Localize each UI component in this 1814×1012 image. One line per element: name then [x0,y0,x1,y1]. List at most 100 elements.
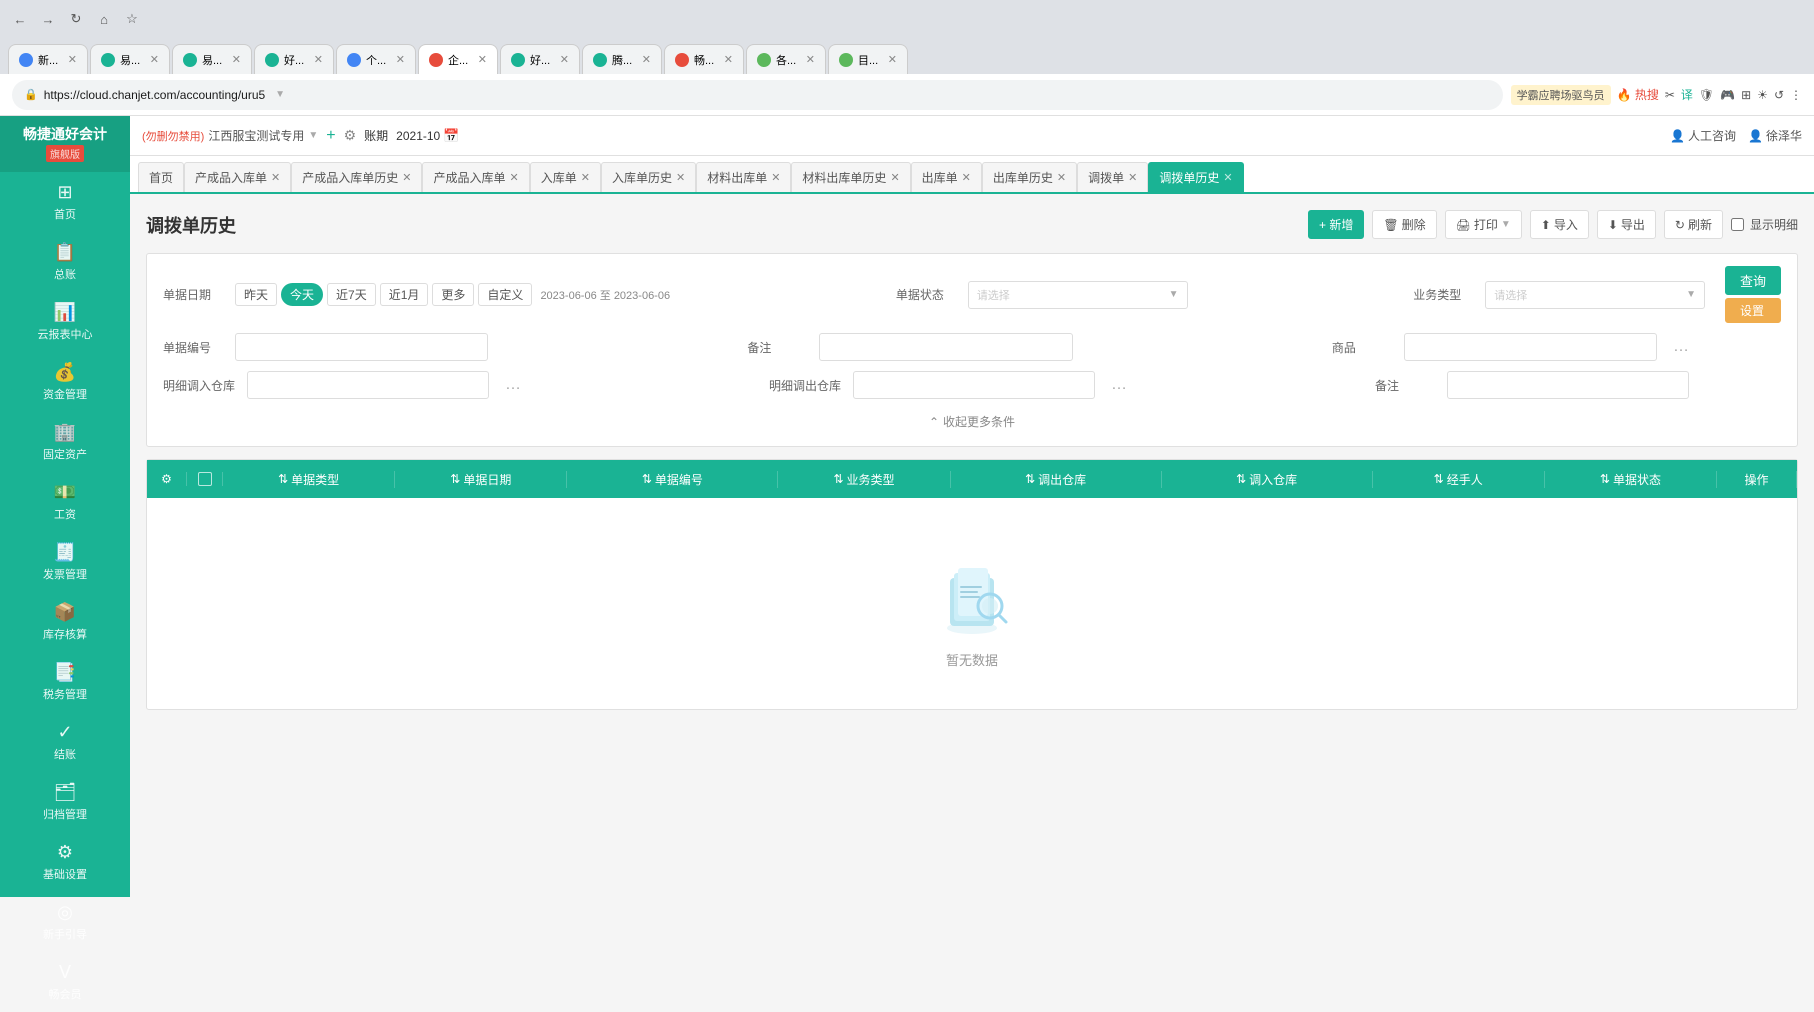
app-tab-0[interactable]: 首页 [138,162,184,192]
select-all-checkbox[interactable] [198,472,212,486]
add-company-btn[interactable]: + [326,127,335,145]
date-btn-yesterday[interactable]: 昨天 [235,283,277,306]
th-checkbox[interactable] [187,472,223,486]
th-doc-num[interactable]: ⇅ 单据编号 [567,471,778,488]
nav-forward[interactable]: → [36,7,60,31]
remark-input[interactable] [819,333,1072,361]
th-doc-date[interactable]: ⇅ 单据日期 [395,471,567,488]
app-tab-7[interactable]: 材料出库单历史✕ [791,162,910,192]
sidebar-item-funds[interactable]: 💰 资金管理 [0,352,130,412]
th-doc-status[interactable]: ⇅ 单据状态 [1545,471,1717,488]
sidebar-item-member[interactable]: V 畅会员 [0,952,130,1012]
browser-tab-t6[interactable]: 企... ✕ [418,44,498,74]
goods-input[interactable] [1404,333,1657,361]
th-doc-type[interactable]: ⇅ 单据类型 [223,471,395,488]
refresh-btn[interactable]: ↻ 刷新 [1664,210,1723,239]
sidebar-item-inventory[interactable]: 📦 库存核算 [0,592,130,652]
sidebar-item-home[interactable]: ⊞ 首页 [0,172,130,232]
detail-out-dots[interactable]: … [1111,376,1127,394]
nav-refresh[interactable]: ↻ [64,7,88,31]
tab-close-t10[interactable]: ✕ [806,53,815,66]
tab-close-t8[interactable]: ✕ [642,53,651,66]
app-tab-close-10[interactable]: ✕ [1128,171,1137,184]
browser-tab-t5[interactable]: 个... ✕ [336,44,416,74]
sidebar-item-ledger[interactable]: 📋 总账 [0,232,130,292]
app-tab-6[interactable]: 材料出库单✕ [696,162,791,192]
browser-tab-t11[interactable]: 目... ✕ [828,44,908,74]
address-bar[interactable]: 🔒 https://cloud.chanjet.com/accounting/u… [12,80,1503,110]
delete-btn[interactable]: 🗑 删除 [1372,210,1436,239]
new-btn[interactable]: + 新增 [1308,210,1364,239]
app-tab-close-5[interactable]: ✕ [676,171,685,184]
app-tab-close-4[interactable]: ✕ [581,171,590,184]
search-btn[interactable]: 查询 [1725,266,1781,295]
show-all-btn[interactable]: 显示明细 [1731,216,1798,233]
sidebar-item-invoice[interactable]: 🧾 发票管理 [0,532,130,592]
app-tab-close-6[interactable]: ✕ [771,171,780,184]
sidebar-item-guide[interactable]: ◎ 新手引导 [0,892,130,952]
app-tab-11[interactable]: 调拨单历史✕ [1148,162,1243,192]
settings-btn[interactable]: ⚙ [344,127,357,144]
doc-num-input[interactable] [235,333,488,361]
detail-in-input[interactable] [247,371,489,399]
app-tab-3[interactable]: 产成品入库单✕ [422,162,529,192]
th-biz-type[interactable]: ⇅ 业务类型 [778,471,950,488]
app-tab-1[interactable]: 产成品入库单✕ [184,162,291,192]
status-select[interactable]: 请选择 ▼ [968,281,1188,309]
browser-tab-t9[interactable]: 畅... ✕ [664,44,744,74]
tab-close-t2[interactable]: ✕ [150,53,159,66]
nav-back[interactable]: ← [8,7,32,31]
tab-close-t4[interactable]: ✕ [314,53,323,66]
goods-dots[interactable]: … [1673,338,1689,356]
biz-type-select[interactable]: 请选择 ▼ [1485,281,1705,309]
app-tab-10[interactable]: 调拨单✕ [1077,162,1148,192]
nav-home[interactable]: ⌂ [92,7,116,31]
support-btn[interactable]: 👤 人工咨询 [1670,127,1736,144]
tab-close-t3[interactable]: ✕ [232,53,241,66]
app-tab-2[interactable]: 产成品入库单历史✕ [291,162,422,192]
show-all-checkbox[interactable] [1731,218,1744,231]
nav-bookmark[interactable]: ☆ [120,7,144,31]
user-avatar[interactable]: 👤 徐泽华 [1748,127,1802,144]
settings2-btn[interactable]: 设置 [1725,298,1781,323]
th-in-warehouse[interactable]: ⇅ 调入仓库 [1162,471,1373,488]
browser-tab-t4[interactable]: 好... ✕ [254,44,334,74]
app-tab-8[interactable]: 出库单✕ [911,162,982,192]
app-tab-9[interactable]: 出库单历史✕ [982,162,1077,192]
date-btn-7days[interactable]: 近7天 [327,283,376,306]
browser-tab-t10[interactable]: 各... ✕ [746,44,826,74]
detail-out-input[interactable] [853,371,1095,399]
date-btn-more[interactable]: 更多 [432,283,474,306]
tab-close-t9[interactable]: ✕ [724,53,733,66]
detail-in-dots[interactable]: … [505,376,521,394]
app-tab-close-2[interactable]: ✕ [402,171,411,184]
app-tab-close-1[interactable]: ✕ [271,171,280,184]
print-btn[interactable]: 🖨 打印 ▼ [1445,210,1522,239]
import-btn[interactable]: ⬆ 导入 [1530,210,1589,239]
period-value[interactable]: 2021-10 📅 [396,128,459,144]
collapse-btn[interactable]: ⌃ 收起更多条件 [925,409,1019,434]
app-tab-close-11[interactable]: ✕ [1223,171,1232,184]
sidebar-item-reports[interactable]: 📊 云报表中心 [0,292,130,352]
tab-close-t1[interactable]: ✕ [68,53,77,66]
date-btn-today[interactable]: 今天 [281,283,323,306]
app-tab-close-8[interactable]: ✕ [962,171,971,184]
sidebar-item-settings[interactable]: ⚙ 基础设置 [0,832,130,892]
tab-close-t5[interactable]: ✕ [396,53,405,66]
browser-tab-t2[interactable]: 易... ✕ [90,44,170,74]
company-select[interactable]: (勿删勿禁用) 江西服宝测试专用 ▼ [142,127,318,144]
date-btn-1month[interactable]: 近1月 [380,283,429,306]
date-btn-custom[interactable]: 自定义 [478,283,532,306]
th-gear[interactable]: ⚙ [147,472,187,486]
th-out-warehouse[interactable]: ⇅ 调出仓库 [951,471,1162,488]
app-tab-4[interactable]: 入库单✕ [530,162,601,192]
export-btn[interactable]: ⬇ 导出 [1597,210,1656,239]
sidebar-item-tax[interactable]: 📑 税务管理 [0,652,130,712]
tab-close-t11[interactable]: ✕ [888,53,897,66]
tab-close-t6[interactable]: ✕ [478,53,487,66]
sidebar-item-settle[interactable]: ✓ 结账 [0,712,130,772]
browser-tab-t8[interactable]: 腾... ✕ [582,44,662,74]
th-handler[interactable]: ⇅ 经手人 [1373,471,1545,488]
sidebar-item-archive[interactable]: 🗂 归档管理 [0,772,130,832]
sidebar-item-wages[interactable]: 💵 工资 [0,472,130,532]
